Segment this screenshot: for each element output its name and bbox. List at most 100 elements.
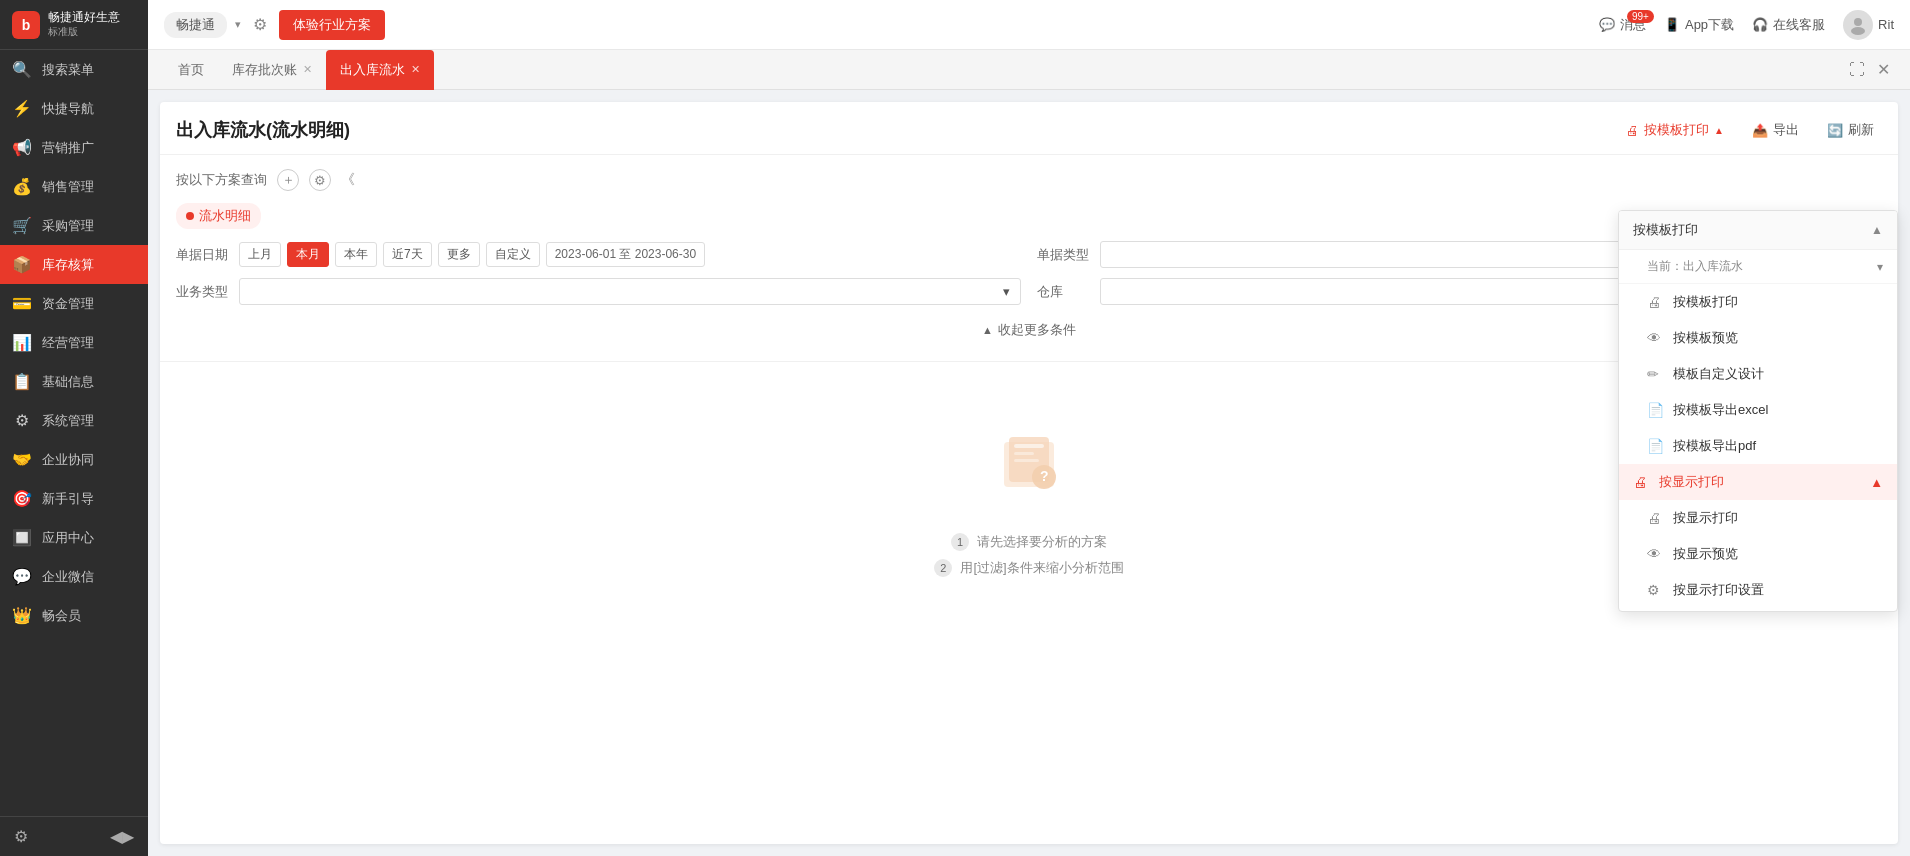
dropdown-item-label: 模板自定义设计 <box>1673 365 1764 383</box>
sidebar-nav: 🔍 搜索菜单 ⚡ 快捷导航 📢 营销推广 💰 销售管理 🛒 采购管理 📦 库存核… <box>0 50 148 816</box>
sidebar-item-purchase[interactable]: 🛒 采购管理 <box>0 206 148 245</box>
sidebar-item-operations[interactable]: 📊 经营管理 <box>0 323 148 362</box>
filter-add-btn[interactable]: ＋ <box>277 169 299 191</box>
sidebar-item-finance[interactable]: 💳 资金管理 <box>0 284 148 323</box>
marketing-icon: 📢 <box>12 138 32 157</box>
svg-rect-6 <box>1014 459 1039 462</box>
sidebar-item-label: 资金管理 <box>42 295 94 313</box>
enterprise-icon: 🤝 <box>12 450 32 469</box>
quick-nav-icon: ⚡ <box>12 99 32 118</box>
tab-maximize-btn[interactable]: ⛶ <box>1845 57 1869 83</box>
display-settings-icon: ⚙ <box>1647 582 1665 598</box>
date-btn-this-year[interactable]: 本年 <box>335 242 377 267</box>
sidebar-item-guide[interactable]: 🎯 新手引导 <box>0 479 148 518</box>
finance-icon: 💳 <box>12 294 32 313</box>
dropdown-item-template-custom[interactable]: ✏ 模板自定义设计 <box>1619 356 1897 392</box>
online-service-btn[interactable]: 🎧 在线客服 <box>1752 16 1825 34</box>
print-template-btn[interactable]: 🖨 按模板打印 ▲ <box>1618 116 1732 144</box>
dropdown-title: 按模板打印 <box>1633 221 1698 239</box>
tab-flow[interactable]: 出入库流水 ✕ <box>326 50 434 90</box>
message-btn[interactable]: 💬 消息 99+ <box>1599 16 1646 34</box>
sidebar-item-label: 库存核算 <box>42 256 94 274</box>
dropdown-item-label: 按显示预览 <box>1673 545 1738 563</box>
filter-tag[interactable]: 流水明细 <box>176 203 261 229</box>
dropdown-item-display-preview[interactable]: 👁 按显示预览 <box>1619 536 1897 572</box>
display-print-section-icon: 🖨 <box>1633 474 1651 490</box>
custom-icon: ✏ <box>1647 366 1665 382</box>
sidebar-item-system[interactable]: ⚙ 系统管理 <box>0 401 148 440</box>
dropdown-item-display-print-settings[interactable]: ⚙ 按显示打印设置 <box>1619 572 1897 608</box>
date-btn-custom[interactable]: 自定义 <box>486 242 540 267</box>
filter-date-item: 单据日期 上月 本月 本年 近7天 更多 自定义 2023-06-01 至 20… <box>176 242 1021 267</box>
sidebar-item-label: 经营管理 <box>42 334 94 352</box>
footer-settings-icon[interactable]: ⚙ <box>14 827 28 846</box>
filter-business-select[interactable]: ▾ <box>239 278 1021 305</box>
tabbar: 首页 库存批次账 ✕ 出入库流水 ✕ ⛶ ✕ <box>148 50 1910 90</box>
sidebar-item-wechat[interactable]: 💬 企业微信 <box>0 557 148 596</box>
print-icon: 🖨 <box>1626 123 1639 138</box>
online-service-label: 在线客服 <box>1773 16 1825 34</box>
date-range-input[interactable]: 2023-06-01 至 2023-06-30 <box>546 242 705 267</box>
sidebar-item-label: 新手引导 <box>42 490 94 508</box>
filter-collapse-icon[interactable]: 《 <box>341 171 355 189</box>
tab-close-all-btn[interactable]: ✕ <box>1873 56 1894 83</box>
date-btn-last-month[interactable]: 上月 <box>239 242 281 267</box>
sidebar-item-marketing[interactable]: 📢 营销推广 <box>0 128 148 167</box>
industry-btn[interactable]: 体验行业方案 <box>279 10 385 40</box>
sidebar-item-member[interactable]: 👑 畅会员 <box>0 596 148 635</box>
pdf-icon: 📄 <box>1647 438 1665 454</box>
topbar-gear-icon[interactable]: ⚙ <box>253 15 267 34</box>
dropdown-item-template-pdf[interactable]: 📄 按模板导出pdf <box>1619 428 1897 464</box>
tab-home-label: 首页 <box>178 61 204 79</box>
export-btn[interactable]: 📤 导出 <box>1744 116 1807 144</box>
sidebar-item-apps[interactable]: 🔲 应用中心 <box>0 518 148 557</box>
search-icon: 🔍 <box>12 60 32 79</box>
sidebar-item-inventory[interactable]: 📦 库存核算 <box>0 245 148 284</box>
dropdown-item-template-print[interactable]: 🖨 按模板打印 <box>1619 284 1897 320</box>
dropdown-item-template-excel[interactable]: 📄 按模板导出excel <box>1619 392 1897 428</box>
dropdown-item-display-excel[interactable]: 📄 按显示导出excel <box>1619 608 1897 611</box>
filter-business-label: 业务类型 <box>176 283 231 301</box>
tab-flow-close[interactable]: ✕ <box>411 63 420 76</box>
topbar-right: 💬 消息 99+ 📱 App下载 🎧 在线客服 Rit <box>1599 10 1894 40</box>
filter-type-label: 单据类型 <box>1037 246 1092 264</box>
date-btn-more[interactable]: 更多 <box>438 242 480 267</box>
date-btn-7days[interactable]: 近7天 <box>383 242 432 267</box>
filter-business-item: 业务类型 ▾ <box>176 278 1021 305</box>
username-display[interactable]: 畅捷通 <box>164 12 227 38</box>
avatar-area[interactable]: Rit <box>1843 10 1894 40</box>
sidebar-item-basic[interactable]: 📋 基础信息 <box>0 362 148 401</box>
dropdown-item-template-preview[interactable]: 👁 按模板预览 <box>1619 320 1897 356</box>
dropdown-item-display-print[interactable]: 🖨 按显示打印 <box>1619 500 1897 536</box>
dropdown-section-display[interactable]: 🖨 按显示打印 ▲ <box>1619 464 1897 500</box>
footer-toggle-icon[interactable]: ◀▶ <box>110 827 134 846</box>
dropdown-sub-arrow[interactable]: ▾ <box>1877 260 1883 274</box>
print-dropdown-panel: 按模板打印 ▲ 当前：出入库流水 ▾ 🖨 按模板打印 👁 按模板预览 ✏ <box>1618 210 1898 612</box>
sidebar-item-search[interactable]: 🔍 搜索菜单 <box>0 50 148 89</box>
sidebar-item-quick-nav[interactable]: ⚡ 快捷导航 <box>0 89 148 128</box>
sidebar-item-label: 畅会员 <box>42 607 81 625</box>
tab-batch-account-close[interactable]: ✕ <box>303 63 312 76</box>
tab-batch-account[interactable]: 库存批次账 ✕ <box>218 50 326 90</box>
export-icon: 📤 <box>1752 123 1768 138</box>
app-download-icon: 📱 <box>1664 17 1680 32</box>
sidebar-item-label: 营销推广 <box>42 139 94 157</box>
sidebar-item-sales[interactable]: 💰 销售管理 <box>0 167 148 206</box>
avatar-name: Rit <box>1878 17 1894 32</box>
dropdown-section-arrow[interactable]: ▲ <box>1870 475 1883 490</box>
print-dropdown-icon: ▲ <box>1714 125 1724 136</box>
date-btn-this-month[interactable]: 本月 <box>287 242 329 267</box>
app-download-btn[interactable]: 📱 App下载 <box>1664 16 1734 34</box>
sidebar-footer: ⚙ ◀▶ <box>0 816 148 856</box>
user-dropdown-icon[interactable]: ▾ <box>235 18 241 31</box>
refresh-btn[interactable]: 🔄 刷新 <box>1819 116 1882 144</box>
export-label: 导出 <box>1773 121 1799 139</box>
filter-warehouse-label: 仓库 <box>1037 283 1092 301</box>
tab-home[interactable]: 首页 <box>164 50 218 90</box>
sidebar-item-enterprise[interactable]: 🤝 企业协同 <box>0 440 148 479</box>
page-header-actions: 🖨 按模板打印 ▲ 📤 导出 🔄 刷新 <box>1618 116 1882 144</box>
print-template-label: 按模板打印 <box>1644 121 1709 139</box>
filter-settings-btn[interactable]: ⚙ <box>309 169 331 191</box>
dropdown-header-arrow[interactable]: ▲ <box>1871 223 1883 237</box>
dropdown-item-label: 按模板导出pdf <box>1673 437 1756 455</box>
